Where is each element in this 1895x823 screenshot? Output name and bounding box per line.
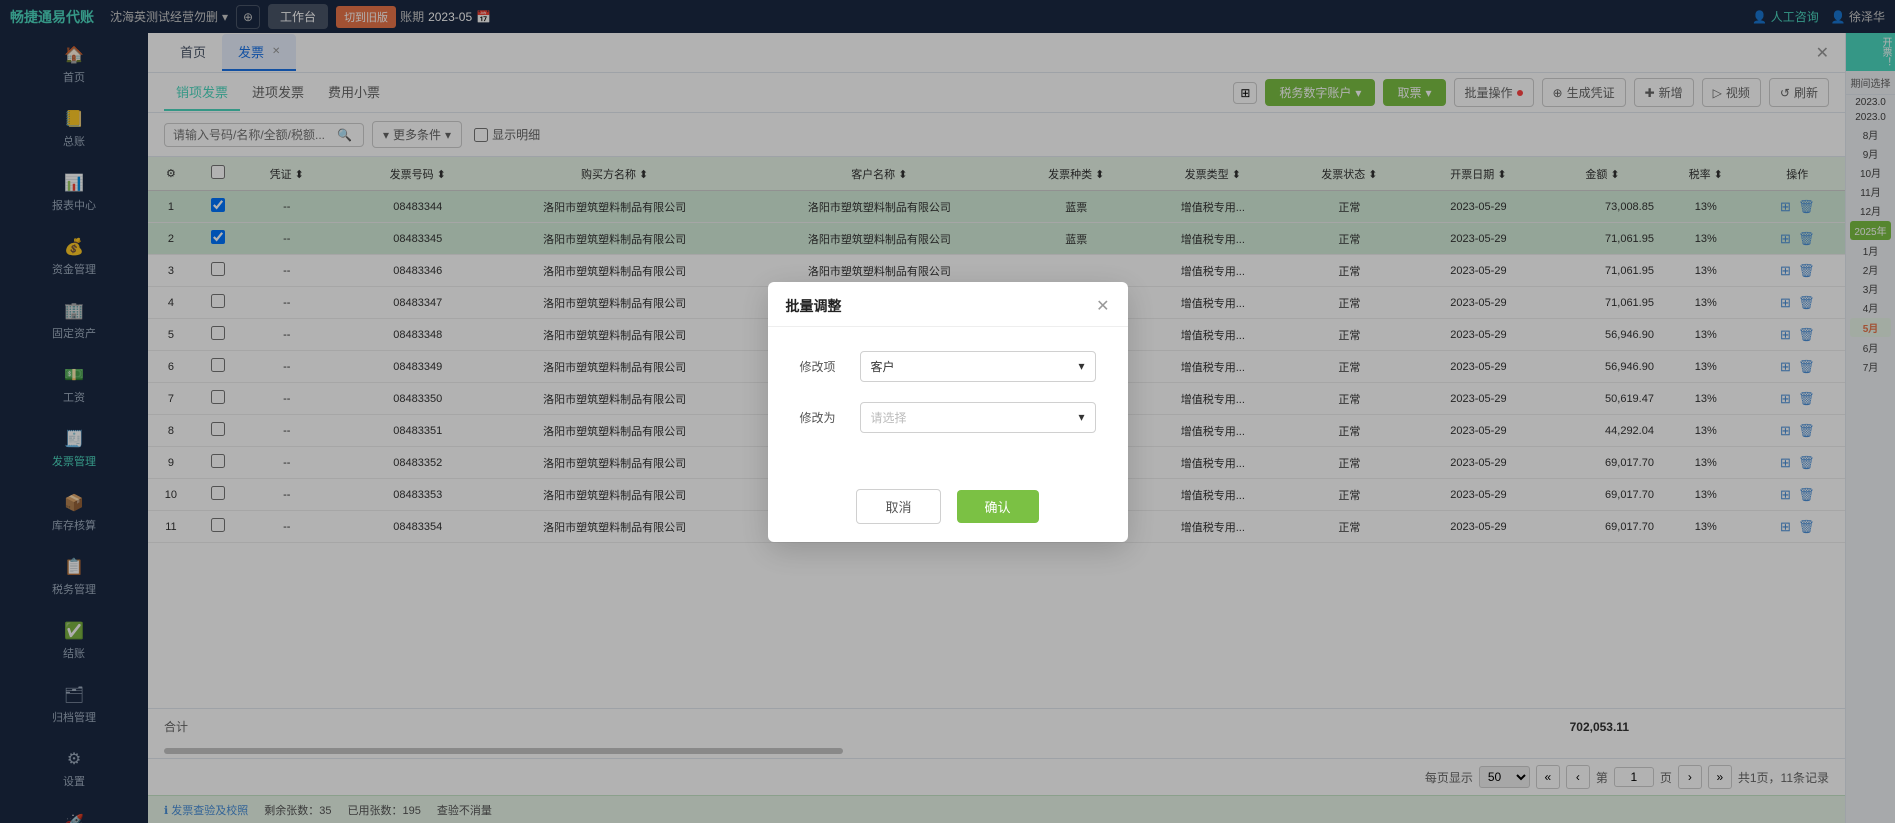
modal-change-label: 修改为 [800,409,848,426]
modal-header: 批量调整 ✕ [768,282,1128,327]
modal-field-value: 客户 [871,358,895,375]
modal-change-select[interactable]: 请选择 ▾ [860,402,1096,433]
modal-title: 批量调整 [786,296,842,316]
modal-change-row: 修改为 请选择 ▾ [800,402,1096,433]
modal-footer: 取消 确认 [768,477,1128,542]
modal-close-btn[interactable]: ✕ [1096,296,1109,316]
modal-field-label: 修改项 [800,358,848,375]
modal-field-dropdown-icon: ▾ [1078,359,1084,373]
batch-adjust-modal: 批量调整 ✕ 修改项 客户 ▾ 修改为 请选择 ▾ 取消 确认 [768,282,1128,542]
modal-change-dropdown-icon: ▾ [1078,410,1084,424]
modal-change-placeholder: 请选择 [871,409,907,426]
modal-body: 修改项 客户 ▾ 修改为 请选择 ▾ [768,327,1128,477]
modal-cancel-btn[interactable]: 取消 [856,489,940,524]
modal-field-row: 修改项 客户 ▾ [800,351,1096,382]
modal-field-select[interactable]: 客户 ▾ [860,351,1096,382]
modal-confirm-btn[interactable]: 确认 [957,490,1039,523]
modal-overlay: 批量调整 ✕ 修改项 客户 ▾ 修改为 请选择 ▾ 取消 确认 [0,0,1895,823]
